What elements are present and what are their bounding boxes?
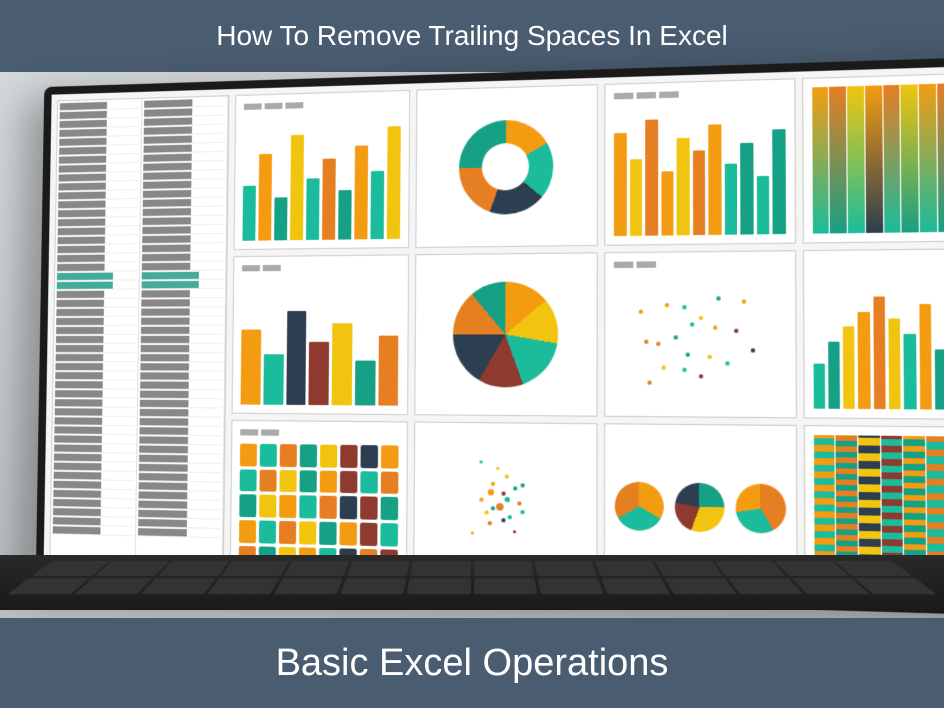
laptop-illustration — [0, 85, 944, 605]
page-title: How To Remove Trailing Spaces In Excel — [216, 20, 728, 51]
bar-chart-tile-1 — [233, 90, 409, 251]
laptop-screen — [36, 56, 944, 616]
page-subtitle: Basic Excel Operations — [276, 642, 669, 684]
streak-chart-tile — [802, 72, 944, 244]
donut-chart-icon — [459, 119, 554, 215]
pie-chart-icon — [452, 281, 558, 387]
gradient-bars-tile — [802, 248, 944, 419]
spreadsheet-panel — [49, 95, 229, 577]
donut-chart-tile — [415, 84, 598, 248]
laptop-keyboard — [0, 555, 944, 610]
scatter-plot-icon — [614, 276, 786, 408]
column-chart-tile — [604, 78, 795, 246]
title-banner: How To Remove Trailing Spaces In Excel — [0, 0, 944, 72]
subtitle-banner: Basic Excel Operations — [0, 618, 944, 708]
scatter-tile — [604, 251, 796, 418]
dashboard-grid — [43, 65, 944, 606]
pie-chart-tile — [414, 253, 598, 417]
mini-bars-tile — [232, 255, 409, 415]
